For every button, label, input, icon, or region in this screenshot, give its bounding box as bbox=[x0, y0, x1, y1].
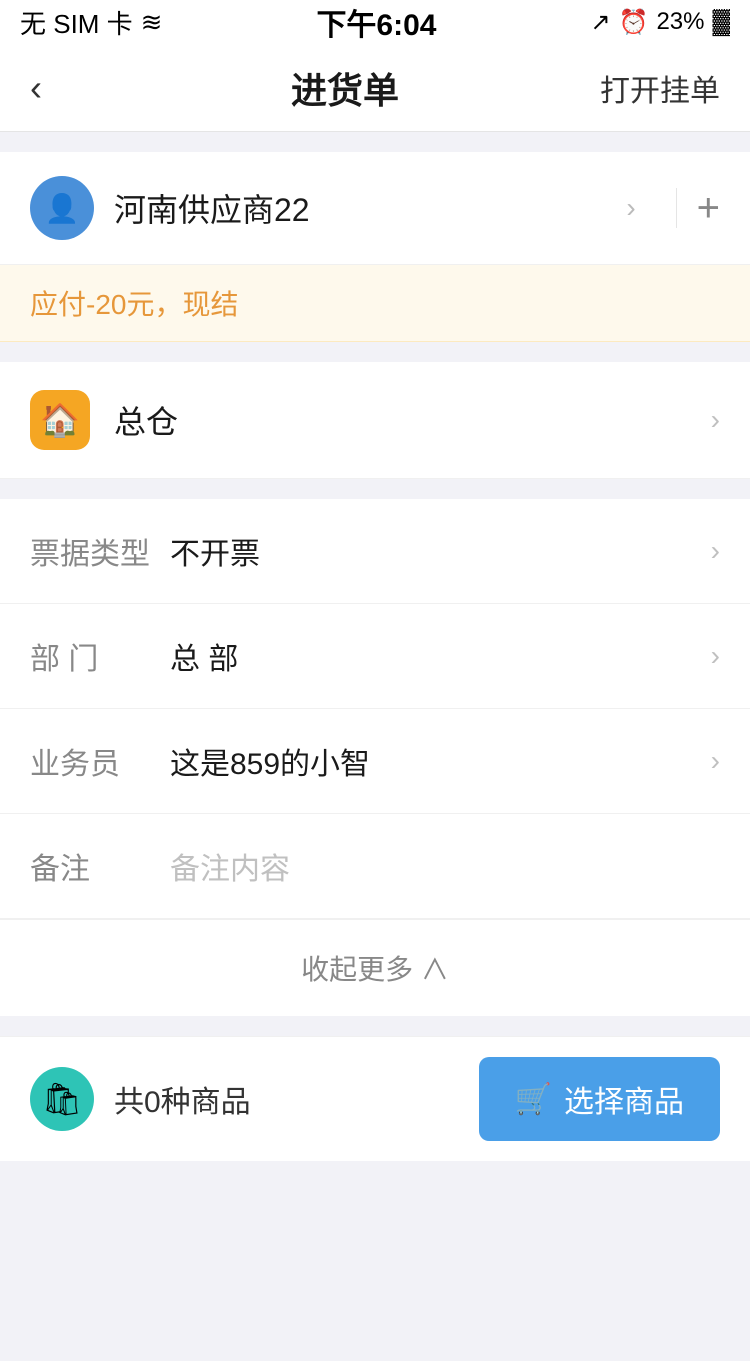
alarm-icon: ⏰ bbox=[619, 8, 649, 37]
department-label: 部 门 bbox=[30, 634, 170, 678]
invoice-type-chevron: › bbox=[711, 535, 720, 567]
background-rest bbox=[0, 1161, 750, 1361]
battery-text: 23% bbox=[656, 8, 704, 36]
notice-text: 应付-20元，现结 bbox=[30, 289, 238, 320]
invoice-type-label: 票据类型 bbox=[30, 529, 170, 573]
status-bar: 无 SIM 卡 ≋ 下午6:04 ↗ ⏰ 23% ▓ bbox=[0, 0, 750, 44]
gap-2 bbox=[0, 342, 750, 362]
open-pending-button[interactable]: 打开挂单 bbox=[600, 66, 720, 110]
add-supplier-button[interactable]: + bbox=[697, 188, 720, 228]
warehouse-row[interactable]: 🏠 总仓 › bbox=[0, 362, 750, 479]
invoice-type-row[interactable]: 票据类型 不开票 › bbox=[0, 499, 750, 604]
battery-icon: ▓ bbox=[713, 8, 731, 36]
gap-1 bbox=[0, 132, 750, 152]
warehouse-label: 总仓 bbox=[114, 397, 711, 443]
invoice-type-value: 不开票 bbox=[170, 529, 711, 573]
status-right-group: ↗ ⏰ 23% ▓ bbox=[590, 8, 730, 37]
fields-section: 票据类型 不开票 › 部 门 总 部 › 业务员 这是859的小智 › 备注 备… bbox=[0, 499, 750, 1016]
location-icon: ↗ bbox=[590, 8, 610, 37]
carrier-text: 无 SIM 卡 bbox=[20, 4, 133, 41]
salesperson-chevron: › bbox=[711, 745, 720, 777]
department-chevron: › bbox=[711, 640, 720, 672]
department-row[interactable]: 部 门 总 部 › bbox=[0, 604, 750, 709]
product-count: 共0种商品 bbox=[114, 1077, 479, 1121]
avatar-icon: 👤 bbox=[45, 192, 80, 225]
select-product-icon: 🛒 bbox=[515, 1082, 552, 1117]
salesperson-value: 这是859的小智 bbox=[170, 739, 711, 783]
product-icon-wrap: 🛍 bbox=[30, 1067, 94, 1131]
salesperson-row[interactable]: 业务员 这是859的小智 › bbox=[0, 709, 750, 814]
select-product-label: 选择商品 bbox=[564, 1077, 684, 1121]
collapse-button[interactable]: 收起更多 ∧ bbox=[0, 919, 750, 1016]
notice-banner: 应付-20元，现结 bbox=[0, 265, 750, 342]
warehouse-chevron: › bbox=[711, 404, 720, 436]
supplier-avatar: 👤 bbox=[30, 176, 94, 240]
page-title: 进货单 bbox=[291, 62, 399, 114]
remark-value: 备注内容 bbox=[170, 844, 720, 888]
remark-label: 备注 bbox=[30, 844, 170, 888]
status-time: 下午6:04 bbox=[316, 0, 436, 44]
salesperson-label: 业务员 bbox=[30, 739, 170, 783]
warehouse-icon-wrap: 🏠 bbox=[30, 390, 90, 450]
wifi-icon: ≋ bbox=[141, 7, 163, 38]
product-icon: 🛍 bbox=[42, 1080, 83, 1118]
vertical-divider bbox=[676, 188, 677, 228]
supplier-name: 河南供应商22 bbox=[114, 185, 626, 231]
supplier-chevron: › bbox=[626, 192, 635, 224]
select-product-button[interactable]: 🛒 选择商品 bbox=[479, 1057, 720, 1141]
collapse-label: 收起更多 ∧ bbox=[301, 948, 449, 988]
warehouse-section: 🏠 总仓 › bbox=[0, 362, 750, 479]
gap-3 bbox=[0, 479, 750, 499]
remark-row[interactable]: 备注 备注内容 bbox=[0, 814, 750, 919]
warehouse-icon: 🏠 bbox=[40, 401, 80, 439]
status-carrier: 无 SIM 卡 ≋ bbox=[20, 4, 162, 41]
back-button[interactable]: ‹ bbox=[30, 67, 90, 109]
supplier-section: 👤 河南供应商22 › + 应付-20元，现结 bbox=[0, 152, 750, 342]
nav-bar: ‹ 进货单 打开挂单 bbox=[0, 44, 750, 132]
supplier-row[interactable]: 👤 河南供应商22 › + bbox=[0, 152, 750, 265]
department-value: 总 部 bbox=[170, 634, 711, 678]
product-bar: 🛍 共0种商品 🛒 选择商品 bbox=[0, 1036, 750, 1161]
